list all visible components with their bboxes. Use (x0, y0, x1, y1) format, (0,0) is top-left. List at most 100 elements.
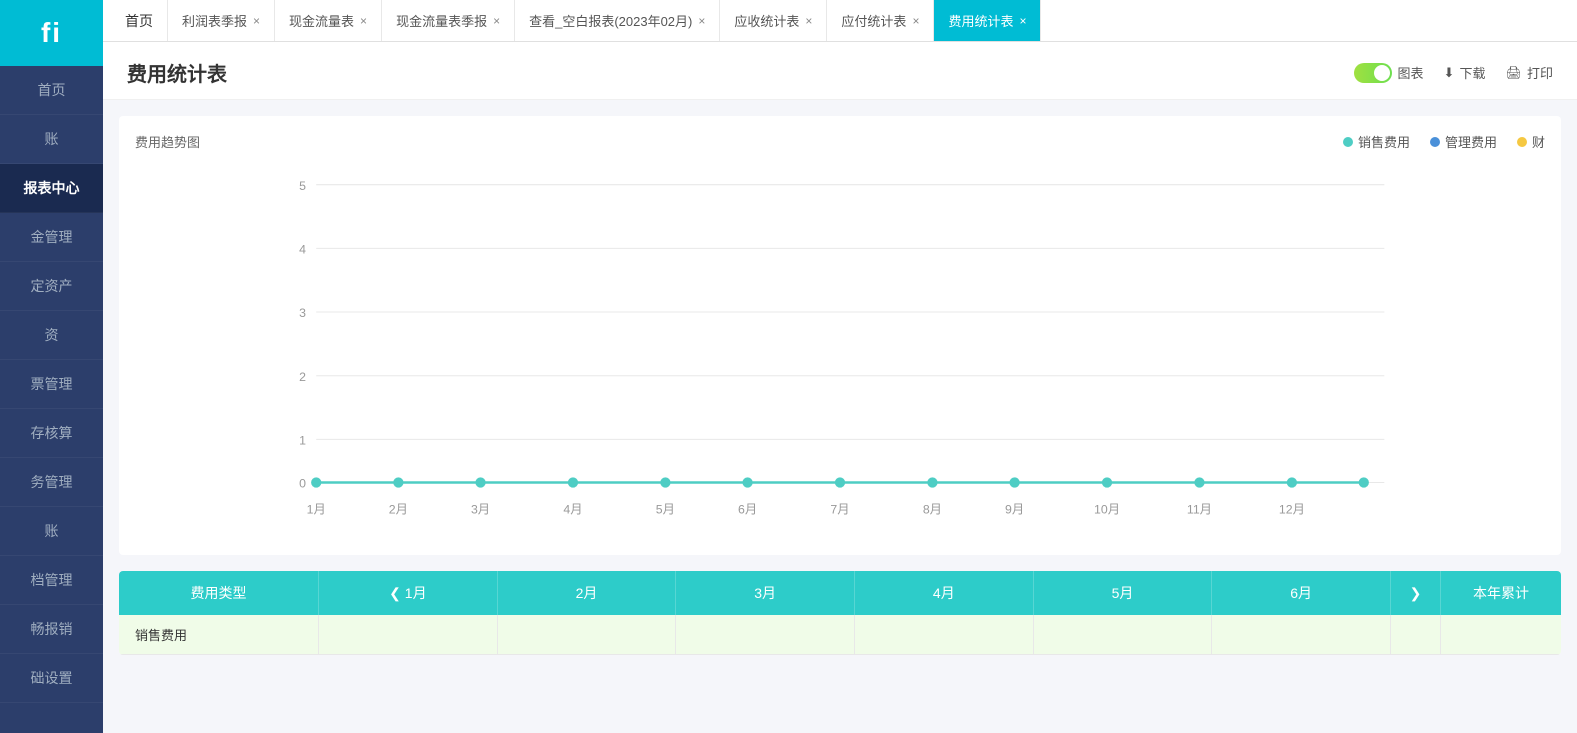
download-label: 下载 (1459, 63, 1485, 82)
chart-toggle-label: 图表 (1398, 63, 1424, 82)
th-month6: 6月 (1212, 571, 1391, 615)
tab-payable[interactable]: 应付统计表 × (827, 0, 934, 42)
main-content: 首页 利润表季报 × 现金流量表 × 现金流量表季报 × 查看_空白报表(202… (103, 0, 1577, 733)
th-expense-type: 费用类型 (119, 571, 319, 615)
sidebar-item-investment[interactable]: 资 (0, 311, 103, 360)
td-expense-type: 销售费用 (119, 615, 319, 654)
download-icon: ⬇ (1444, 65, 1455, 81)
sidebar-item-service[interactable]: 务管理 (0, 458, 103, 507)
close-tab-blank-report[interactable]: × (698, 14, 705, 28)
th-nav-left[interactable]: ❮ 1月 (319, 571, 498, 615)
th-nav-right[interactable]: ❯ (1391, 571, 1441, 615)
chart-toggle-wrap: 图表 (1354, 63, 1424, 83)
tab-home[interactable]: 首页 (111, 0, 168, 42)
page-header: 费用统计表 图表 ⬇ 下载 🖨 打印 (103, 42, 1577, 100)
sidebar-item-settings[interactable]: 础设置 (0, 654, 103, 703)
th-month2: 2月 (498, 571, 677, 615)
close-tab-cashflow-quarterly[interactable]: × (493, 14, 500, 28)
tab-profit-quarterly[interactable]: 利润表季报 × (168, 0, 275, 42)
legend-dot-admin (1430, 137, 1440, 147)
header-actions: 图表 ⬇ 下载 🖨 打印 (1354, 63, 1553, 83)
svg-text:4: 4 (299, 242, 306, 256)
page-title: 费用统计表 (127, 58, 227, 87)
td-m2 (498, 615, 677, 654)
th-yearly-total: 本年累计 (1441, 571, 1561, 615)
th-month4: 4月 (855, 571, 1034, 615)
legend-dot-sales (1343, 137, 1353, 147)
svg-text:1: 1 (299, 434, 306, 448)
sidebar-item-archive[interactable]: 档管理 (0, 556, 103, 605)
tab-cashflow[interactable]: 现金流量表 × (275, 0, 382, 42)
download-button[interactable]: ⬇ 下载 (1444, 63, 1486, 82)
chart-header: 费用趋势图 销售费用 管理费用 财 (135, 132, 1545, 151)
tab-blank-report[interactable]: 查看_空白报表(2023年02月) × (515, 0, 720, 42)
svg-text:9月: 9月 (1005, 502, 1024, 516)
sidebar-item-reimbursement[interactable]: 畅报销 (0, 605, 103, 654)
td-nav-empty (1391, 615, 1441, 654)
svg-text:2: 2 (299, 370, 306, 384)
sidebar-item-invoice[interactable]: 票管理 (0, 360, 103, 409)
logo: fi (0, 0, 103, 66)
print-icon: 🖨 (1505, 65, 1522, 81)
legend-finance: 财 (1517, 132, 1545, 151)
svg-text:3: 3 (299, 306, 306, 320)
sidebar-item-inventory[interactable]: 存核算 (0, 409, 103, 458)
legend-label-sales: 销售费用 (1358, 132, 1410, 151)
close-tab-payable[interactable]: × (912, 14, 919, 28)
nav-right-arrow[interactable]: ❯ (1410, 585, 1422, 602)
td-m5 (1034, 615, 1213, 654)
svg-text:1月: 1月 (307, 502, 326, 516)
td-m6 (1212, 615, 1391, 654)
chart-toggle[interactable] (1354, 63, 1392, 83)
tab-cashflow-quarterly[interactable]: 现金流量表季报 × (382, 0, 515, 42)
svg-text:3月: 3月 (471, 502, 490, 516)
th-month5: 5月 (1034, 571, 1213, 615)
chart-wrapper: 5 4 3 2 1 0 (135, 159, 1545, 539)
chart-section: 费用趋势图 销售费用 管理费用 财 (119, 116, 1561, 555)
svg-text:8月: 8月 (923, 502, 942, 516)
sidebar-item-assets[interactable]: 定资产 (0, 262, 103, 311)
td-m1 (319, 615, 498, 654)
close-tab-cashflow[interactable]: × (360, 14, 367, 28)
th-month3: 3月 (676, 571, 855, 615)
close-tab-receivable[interactable]: × (805, 14, 812, 28)
table-row: 销售费用 (119, 615, 1561, 655)
close-tab-expense[interactable]: × (1019, 14, 1026, 28)
chart-legend: 销售费用 管理费用 财 (1343, 132, 1545, 151)
sidebar-item-reports[interactable]: 报表中心 (0, 164, 103, 213)
svg-text:2月: 2月 (389, 502, 408, 516)
td-total (1441, 615, 1561, 654)
legend-admin: 管理费用 (1430, 132, 1497, 151)
legend-label-admin: 管理费用 (1445, 132, 1497, 151)
sidebar-item-finance[interactable]: 金管理 (0, 213, 103, 262)
svg-text:5: 5 (299, 179, 306, 193)
td-m4 (855, 615, 1034, 654)
svg-text:7月: 7月 (830, 502, 849, 516)
svg-text:12月: 12月 (1279, 502, 1305, 516)
nav-left-arrow[interactable]: ❮ (389, 585, 401, 602)
svg-text:5月: 5月 (656, 502, 675, 516)
sidebar-item-ledger[interactable]: 账 (0, 507, 103, 556)
tabs-bar: 首页 利润表季报 × 现金流量表 × 现金流量表季报 × 查看_空白报表(202… (103, 0, 1577, 42)
svg-text:11月: 11月 (1187, 502, 1212, 516)
close-tab-profit-quarterly[interactable]: × (253, 14, 260, 28)
svg-text:4月: 4月 (563, 502, 582, 516)
svg-text:0: 0 (299, 477, 306, 491)
sidebar: fi 首页 账 报表中心 金管理 定资产 资 票管理 存核算 务管理 账 档管理… (0, 0, 103, 733)
line-chart: 5 4 3 2 1 0 (135, 159, 1545, 539)
print-label: 打印 (1527, 63, 1553, 82)
tab-receivable[interactable]: 应收统计表 × (720, 0, 827, 42)
sidebar-item-home[interactable]: 首页 (0, 66, 103, 115)
td-m3 (676, 615, 855, 654)
table-header: 费用类型 ❮ 1月 2月 3月 4月 5月 (119, 571, 1561, 615)
content-area: 费用趋势图 销售费用 管理费用 财 (103, 100, 1577, 733)
table-section: 费用类型 ❮ 1月 2月 3月 4月 5月 (119, 571, 1561, 655)
sidebar-item-account[interactable]: 账 (0, 115, 103, 164)
legend-sales: 销售费用 (1343, 132, 1410, 151)
legend-dot-finance (1517, 137, 1527, 147)
svg-text:10月: 10月 (1094, 502, 1120, 516)
legend-label-finance: 财 (1532, 132, 1545, 151)
print-button[interactable]: 🖨 打印 (1505, 63, 1553, 82)
tab-expense[interactable]: 费用统计表 × (934, 0, 1041, 42)
chart-title: 费用趋势图 (135, 132, 200, 151)
